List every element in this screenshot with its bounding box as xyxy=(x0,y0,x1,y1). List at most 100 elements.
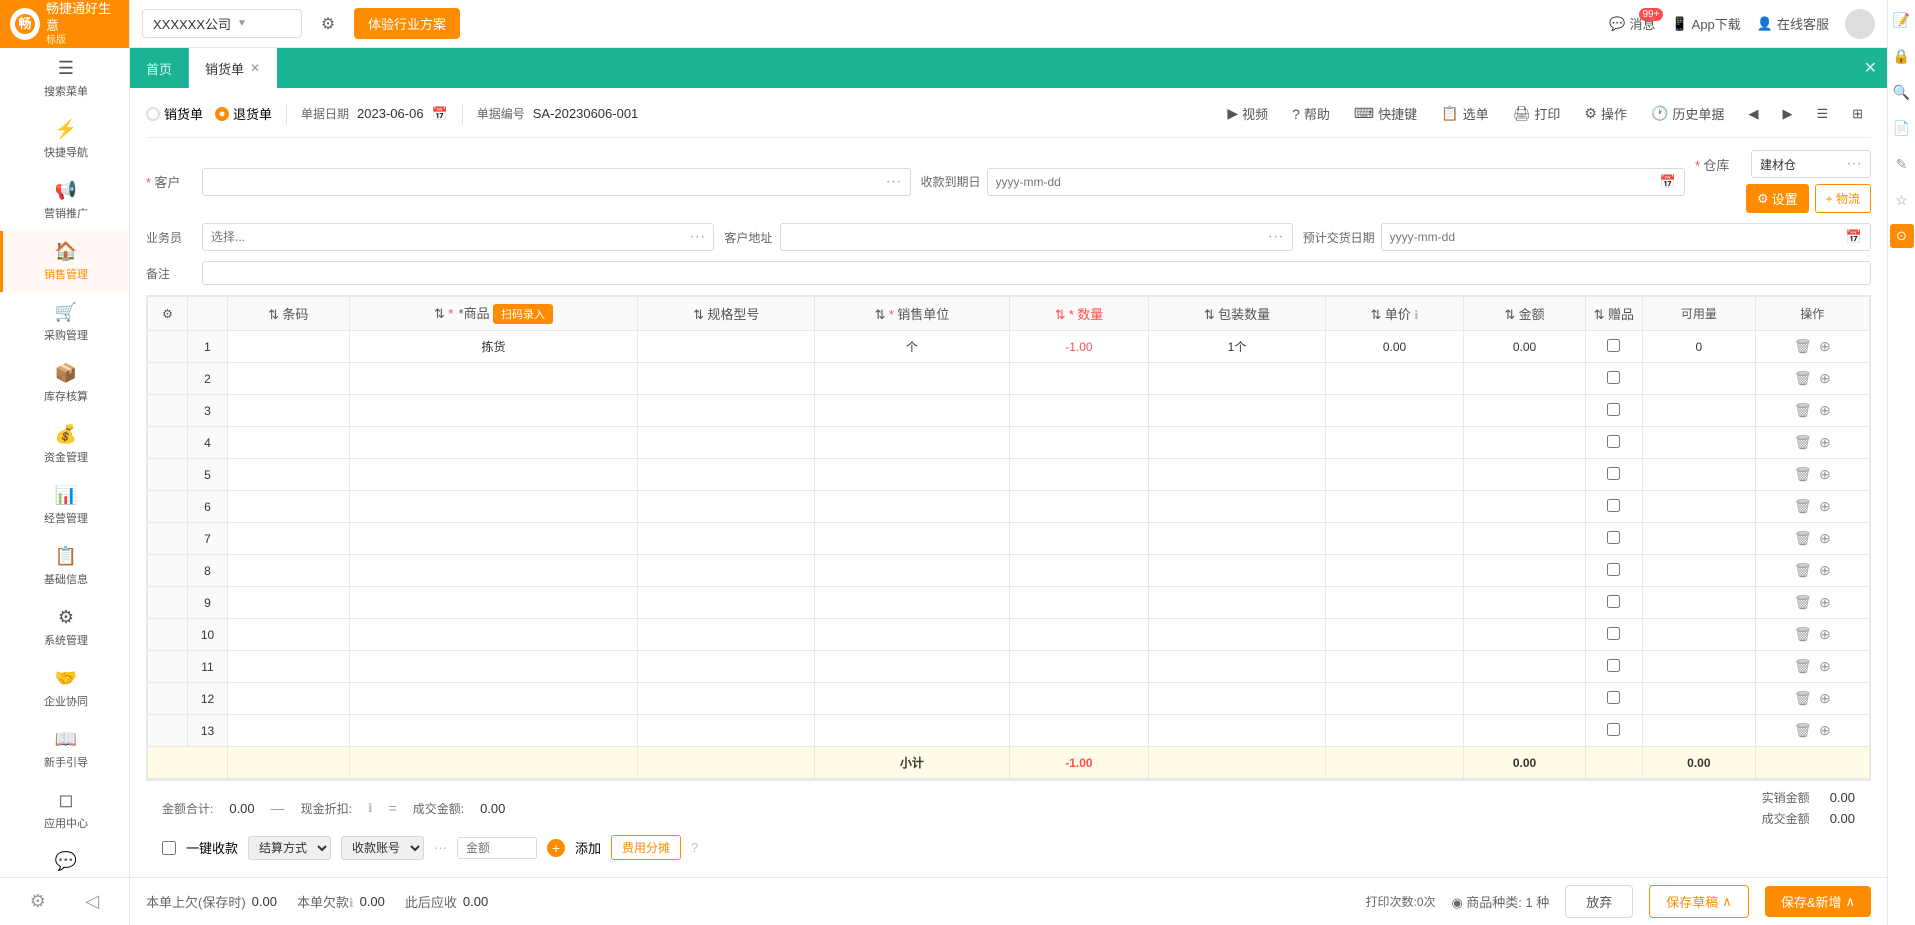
gift-checkbox[interactable] xyxy=(1607,691,1620,704)
one-click-pay-checkbox[interactable] xyxy=(162,841,176,855)
td-gift[interactable] xyxy=(1585,587,1642,619)
delete-icon[interactable]: 🗑 xyxy=(1794,626,1812,642)
template-btn[interactable]: 📋 选单 xyxy=(1433,100,1496,127)
radio-sales[interactable]: 销货单 xyxy=(146,104,203,123)
td-pack-qty[interactable] xyxy=(1149,651,1326,683)
td-spec[interactable] xyxy=(638,395,815,427)
collapse-icon[interactable]: ◁ xyxy=(85,891,99,912)
message-btn[interactable]: 💬 消息 99+ xyxy=(1609,14,1655,33)
td-amount[interactable] xyxy=(1464,523,1586,555)
td-spec[interactable] xyxy=(638,619,815,651)
expected-delivery-input-wrapper[interactable]: 📅 xyxy=(1381,223,1871,251)
help-btn[interactable]: ? 帮助 xyxy=(1284,100,1338,127)
delete-icon[interactable]: 🗑 xyxy=(1794,594,1812,610)
td-pack-qty[interactable] xyxy=(1149,555,1326,587)
td-price[interactable]: 0.00 xyxy=(1325,331,1463,363)
th-barcode[interactable]: ⇅ 条码 xyxy=(228,297,350,331)
td-barcode[interactable] xyxy=(228,683,350,715)
payment-method-select[interactable]: 结算方式 xyxy=(248,836,331,860)
td-barcode[interactable] xyxy=(228,363,350,395)
td-amount[interactable] xyxy=(1464,587,1586,619)
radio-return[interactable]: 退货单 xyxy=(215,104,272,123)
th-price[interactable]: ⇅ 单价 ℹ xyxy=(1325,297,1463,331)
td-unit[interactable] xyxy=(815,363,1010,395)
delete-icon[interactable]: 🗑 xyxy=(1794,562,1812,578)
due-date-calendar-icon[interactable]: 📅 xyxy=(1660,174,1676,190)
avatar[interactable] xyxy=(1845,9,1875,39)
td-unit[interactable] xyxy=(815,523,1010,555)
next-btn[interactable]: ▶ xyxy=(1774,102,1800,126)
th-pack-qty[interactable]: ⇅ 包装数量 xyxy=(1149,297,1326,331)
td-gift[interactable] xyxy=(1585,459,1642,491)
copy-icon[interactable]: ⊕ xyxy=(1819,402,1831,418)
video-btn[interactable]: ▶ 视频 xyxy=(1219,100,1276,127)
warehouse-input-wrapper[interactable]: 建材仓 ··· xyxy=(1751,150,1871,178)
td-amount[interactable] xyxy=(1464,683,1586,715)
td-gift[interactable] xyxy=(1585,491,1642,523)
copy-icon[interactable]: ⊕ xyxy=(1819,594,1831,610)
td-spec[interactable] xyxy=(638,363,815,395)
td-pack-qty[interactable] xyxy=(1149,427,1326,459)
delete-icon[interactable]: 🗑 xyxy=(1794,498,1812,514)
td-amount[interactable] xyxy=(1464,427,1586,459)
td-amount[interactable] xyxy=(1464,651,1586,683)
td-barcode[interactable] xyxy=(228,619,350,651)
td-amount[interactable] xyxy=(1464,459,1586,491)
header-gear-btn[interactable]: ⚙ xyxy=(312,8,344,40)
td-spec[interactable] xyxy=(638,459,815,491)
copy-icon[interactable]: ⊕ xyxy=(1819,370,1831,386)
td-barcode[interactable] xyxy=(228,459,350,491)
gift-checkbox[interactable] xyxy=(1607,403,1620,416)
sidebar-item-purchase[interactable]: 🛒 采购管理 xyxy=(0,292,129,353)
td-qty[interactable] xyxy=(1009,363,1148,395)
rp-btn-4[interactable]: 📄 xyxy=(1890,116,1914,140)
abandon-btn[interactable]: 放弃 xyxy=(1565,885,1633,918)
td-price[interactable] xyxy=(1325,491,1463,523)
amount-input[interactable] xyxy=(457,837,537,859)
sidebar-item-wechat[interactable]: 💬 企业微信 xyxy=(0,841,129,877)
price-info-icon[interactable]: ℹ xyxy=(1414,308,1419,322)
td-spec[interactable] xyxy=(638,651,815,683)
sidebar-item-marketing[interactable]: 📢 营销推广 xyxy=(0,170,129,231)
sidebar-item-quick-nav[interactable]: ⚡ 快捷导航 xyxy=(0,109,129,170)
tab-sales-order[interactable]: 销货单 ✕ xyxy=(189,48,277,88)
td-unit[interactable] xyxy=(815,619,1010,651)
td-qty[interactable] xyxy=(1009,587,1148,619)
copy-icon[interactable]: ⊕ xyxy=(1819,690,1831,706)
copy-icon[interactable]: ⊕ xyxy=(1819,466,1831,482)
shortcut-btn[interactable]: ⌨ 快捷键 xyxy=(1346,100,1425,127)
td-unit[interactable] xyxy=(815,395,1010,427)
td-qty[interactable] xyxy=(1009,491,1148,523)
delete-icon[interactable]: 🗑 xyxy=(1794,658,1812,674)
copy-icon[interactable]: ⊕ xyxy=(1819,338,1831,354)
td-barcode[interactable] xyxy=(228,491,350,523)
td-product[interactable] xyxy=(349,459,638,491)
salesperson-more-icon[interactable]: ··· xyxy=(689,228,705,246)
th-unit[interactable]: ⇅ * 销售单位 xyxy=(815,297,1010,331)
operation-btn[interactable]: ⚙ 操作 xyxy=(1576,100,1635,127)
td-gift[interactable] xyxy=(1585,619,1642,651)
td-pack-qty[interactable] xyxy=(1149,523,1326,555)
th-gift[interactable]: ⇅ 赠品 xyxy=(1585,297,1642,331)
gift-checkbox[interactable] xyxy=(1607,723,1620,736)
td-barcode[interactable] xyxy=(228,523,350,555)
td-pack-qty[interactable] xyxy=(1149,395,1326,427)
td-unit[interactable] xyxy=(815,587,1010,619)
td-qty[interactable] xyxy=(1009,619,1148,651)
td-qty[interactable] xyxy=(1009,715,1148,747)
sidebar-item-operations[interactable]: 📊 经营管理 xyxy=(0,475,129,536)
app-download-btn[interactable]: 📱 App下载 xyxy=(1671,14,1740,33)
td-amount[interactable] xyxy=(1464,491,1586,523)
td-gift[interactable] xyxy=(1585,523,1642,555)
td-gift[interactable] xyxy=(1585,395,1642,427)
td-amount[interactable] xyxy=(1464,395,1586,427)
td-product[interactable]: 拣货 xyxy=(349,331,638,363)
td-product[interactable] xyxy=(349,651,638,683)
customer-addr-input-wrapper[interactable]: ··· xyxy=(780,223,1292,251)
td-product[interactable] xyxy=(349,427,638,459)
grid-view-btn[interactable]: ⊞ xyxy=(1844,102,1871,126)
td-spec[interactable] xyxy=(638,427,815,459)
delete-icon[interactable]: 🗑 xyxy=(1794,466,1812,482)
td-barcode[interactable] xyxy=(228,427,350,459)
td-amount[interactable] xyxy=(1464,555,1586,587)
